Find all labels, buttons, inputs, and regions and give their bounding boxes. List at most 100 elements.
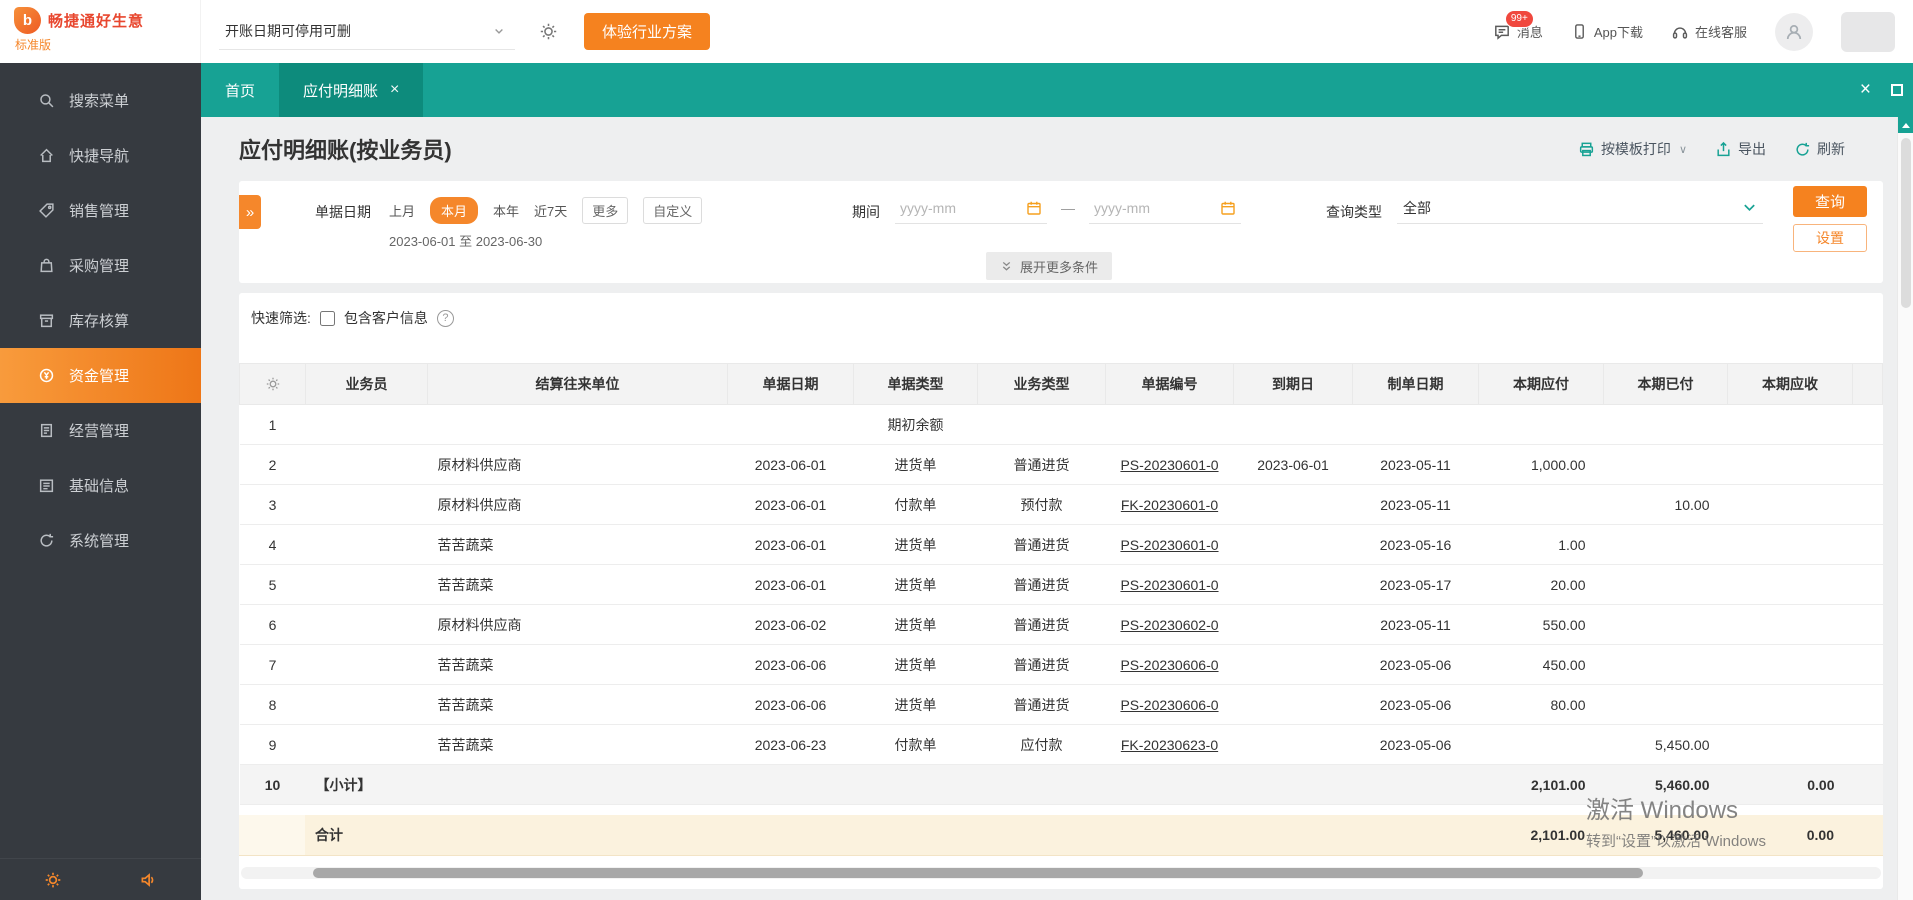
- range-this-month[interactable]: 本月: [430, 197, 479, 224]
- cell-doc-no-link[interactable]: PS-20230602-0: [1105, 604, 1234, 645]
- export-button[interactable]: 导出: [1715, 139, 1766, 159]
- period-from-field[interactable]: [895, 192, 1047, 224]
- sidebar-item-sales[interactable]: 销售管理: [0, 183, 201, 238]
- table-row[interactable]: 4 苦苦蔬菜 2023-06-01 进货单 普通进货 PS-20230601-0…: [239, 524, 1883, 565]
- vertical-scrollbar[interactable]: [1897, 117, 1913, 900]
- col-doc-type: 单据类型: [853, 363, 978, 405]
- cell-paid: 5,450.00: [1603, 724, 1728, 765]
- sidebar-item-system[interactable]: 系统管理: [0, 513, 201, 568]
- tab-home[interactable]: 首页: [201, 63, 279, 117]
- table-row[interactable]: 3 原材料供应商 2023-06-01 付款单 预付款 FK-20230601-…: [239, 484, 1883, 525]
- vertical-scrollbar-thumb[interactable]: [1900, 138, 1911, 308]
- settings-button[interactable]: 设置: [1793, 224, 1867, 252]
- user-menu-placeholder[interactable]: [1841, 11, 1895, 52]
- cell-salesperson: [305, 404, 428, 445]
- horizontal-scrollbar-thumb[interactable]: [313, 868, 1643, 878]
- col-doc-no: 单据编号: [1105, 363, 1234, 405]
- tab-label: 应付明细账: [303, 82, 379, 100]
- sidebar-item-purchase[interactable]: 采购管理: [0, 238, 201, 293]
- include-customer-label: 包含客户信息: [343, 310, 428, 326]
- query-type-label: 查询类型: [1326, 204, 1382, 220]
- collapse-panel-icon[interactable]: »: [239, 195, 261, 229]
- range-this-year[interactable]: 本年: [493, 201, 519, 220]
- tab-close-icon[interactable]: ×: [390, 81, 399, 99]
- calendar-icon[interactable]: [1220, 200, 1236, 216]
- online-service-label: 在线客服: [1694, 25, 1747, 40]
- column-settings-gear-icon[interactable]: [239, 363, 306, 405]
- print-template-button[interactable]: 按模板打印 ∨: [1578, 139, 1687, 159]
- sidebar-item-base-info[interactable]: 基础信息: [0, 458, 201, 513]
- phone-icon: [1571, 23, 1588, 40]
- cell-due-date: [1233, 404, 1353, 445]
- period-to-input[interactable]: [1094, 199, 1204, 216]
- speaker-icon[interactable]: [139, 871, 157, 889]
- table-row[interactable]: 1 期初余额: [239, 404, 1883, 445]
- expand-more-conditions[interactable]: 展开更多条件: [986, 252, 1113, 280]
- query-type-select[interactable]: 全部: [1397, 192, 1763, 224]
- refresh-button[interactable]: 刷新: [1794, 139, 1845, 159]
- cell-doc-no-link[interactable]: PS-20230606-0: [1105, 684, 1234, 725]
- cell-payable: 20.00: [1478, 564, 1604, 605]
- range-custom[interactable]: 自定义: [643, 197, 703, 224]
- cell-due-date: [1233, 524, 1353, 565]
- app-download-button[interactable]: App下载: [1571, 22, 1643, 41]
- sidebar-item-funds[interactable]: 资金管理: [0, 348, 201, 403]
- row-number: 8: [239, 684, 306, 725]
- range-last-month[interactable]: 上月: [389, 201, 415, 220]
- close-all-tabs-icon[interactable]: ×: [1860, 79, 1871, 101]
- cell-doc-no-link[interactable]: PS-20230601-0: [1105, 524, 1234, 565]
- messages-button[interactable]: 99+ 消息: [1493, 10, 1543, 41]
- cell-doc-no-link[interactable]: PS-20230601-0: [1105, 564, 1234, 605]
- table-row[interactable]: 6 原材料供应商 2023-06-02 进货单 普通进货 PS-20230602…: [239, 604, 1883, 645]
- cell-partner: 苦苦蔬菜: [427, 564, 728, 605]
- include-customer-checkbox[interactable]: [319, 310, 335, 326]
- cell-doc-no-link[interactable]: FK-20230601-0: [1105, 484, 1234, 525]
- settings-gear-icon[interactable]: [44, 871, 62, 889]
- account-set-select[interactable]: 开账日期可停用可删: [219, 14, 515, 50]
- online-service-button[interactable]: 在线客服: [1671, 22, 1747, 41]
- cell-paid: 10.00: [1603, 484, 1728, 525]
- table-row[interactable]: 7 苦苦蔬菜 2023-06-06 进货单 普通进货 PS-20230606-0…: [239, 644, 1883, 685]
- row-number: 1: [239, 404, 306, 445]
- sidebar-item-business[interactable]: 经营管理: [0, 403, 201, 458]
- calendar-icon[interactable]: [1026, 200, 1042, 216]
- cell-doc-type: 期初余额: [853, 404, 978, 445]
- range-more[interactable]: 更多: [582, 197, 629, 224]
- cell-receivable: [1727, 644, 1853, 685]
- brand-logo[interactable]: b 畅捷通好生意 标准版: [0, 0, 201, 63]
- scroll-up-button[interactable]: [1898, 117, 1913, 133]
- tab-payable-detail[interactable]: 应付明细账 ×: [279, 63, 424, 117]
- search-button[interactable]: 查询: [1793, 186, 1867, 217]
- cell-payable: 2,101.00: [1478, 764, 1604, 805]
- subtotal-row[interactable]: 10 【小计】 2,101.00 5,460.00 0.00: [239, 764, 1883, 805]
- period-from-input[interactable]: [900, 199, 1010, 216]
- range-7days[interactable]: 近7天: [534, 201, 567, 220]
- cell-payable: [1478, 724, 1604, 765]
- cell-paid: [1603, 404, 1728, 445]
- col-filler: [1852, 363, 1883, 405]
- gear-icon[interactable]: [539, 22, 558, 41]
- cell-due-date: [1233, 484, 1353, 525]
- help-question-icon[interactable]: [436, 309, 454, 327]
- cell-biz-type: 普通进货: [977, 524, 1106, 565]
- money-coin-icon: [38, 367, 55, 384]
- table-row[interactable]: 5 苦苦蔬菜 2023-06-01 进货单 普通进货 PS-20230601-0…: [239, 564, 1883, 605]
- table-row[interactable]: 9 苦苦蔬菜 2023-06-23 付款单 应付款 FK-20230623-0 …: [239, 724, 1883, 765]
- row-number: 7: [239, 644, 306, 685]
- experience-plan-button[interactable]: 体验行业方案: [584, 13, 711, 50]
- doc-date-label: 单据日期: [315, 204, 371, 220]
- user-avatar[interactable]: [1775, 12, 1813, 51]
- cell-doc-no-link[interactable]: FK-20230623-0: [1105, 724, 1234, 765]
- cell-doc-no-link[interactable]: PS-20230606-0: [1105, 644, 1234, 685]
- sidebar-item-inventory[interactable]: 库存核算: [0, 293, 201, 348]
- period-to-field[interactable]: [1089, 192, 1241, 224]
- cell-doc-no-link[interactable]: PS-20230601-0: [1105, 444, 1234, 485]
- cell-biz-type: 预付款: [977, 484, 1106, 525]
- table-row[interactable]: 2 原材料供应商 2023-06-01 进货单 普通进货 PS-20230601…: [239, 444, 1883, 485]
- sidebar-item-quick-nav[interactable]: 快捷导航: [0, 128, 201, 183]
- horizontal-scrollbar[interactable]: [241, 867, 1881, 879]
- fullscreen-icon[interactable]: [1891, 84, 1903, 96]
- total-payable: 2,101.00: [1478, 815, 1603, 856]
- sidebar-item-search-menu[interactable]: 搜索菜单: [0, 73, 201, 128]
- table-row[interactable]: 8 苦苦蔬菜 2023-06-06 进货单 普通进货 PS-20230606-0…: [239, 684, 1883, 725]
